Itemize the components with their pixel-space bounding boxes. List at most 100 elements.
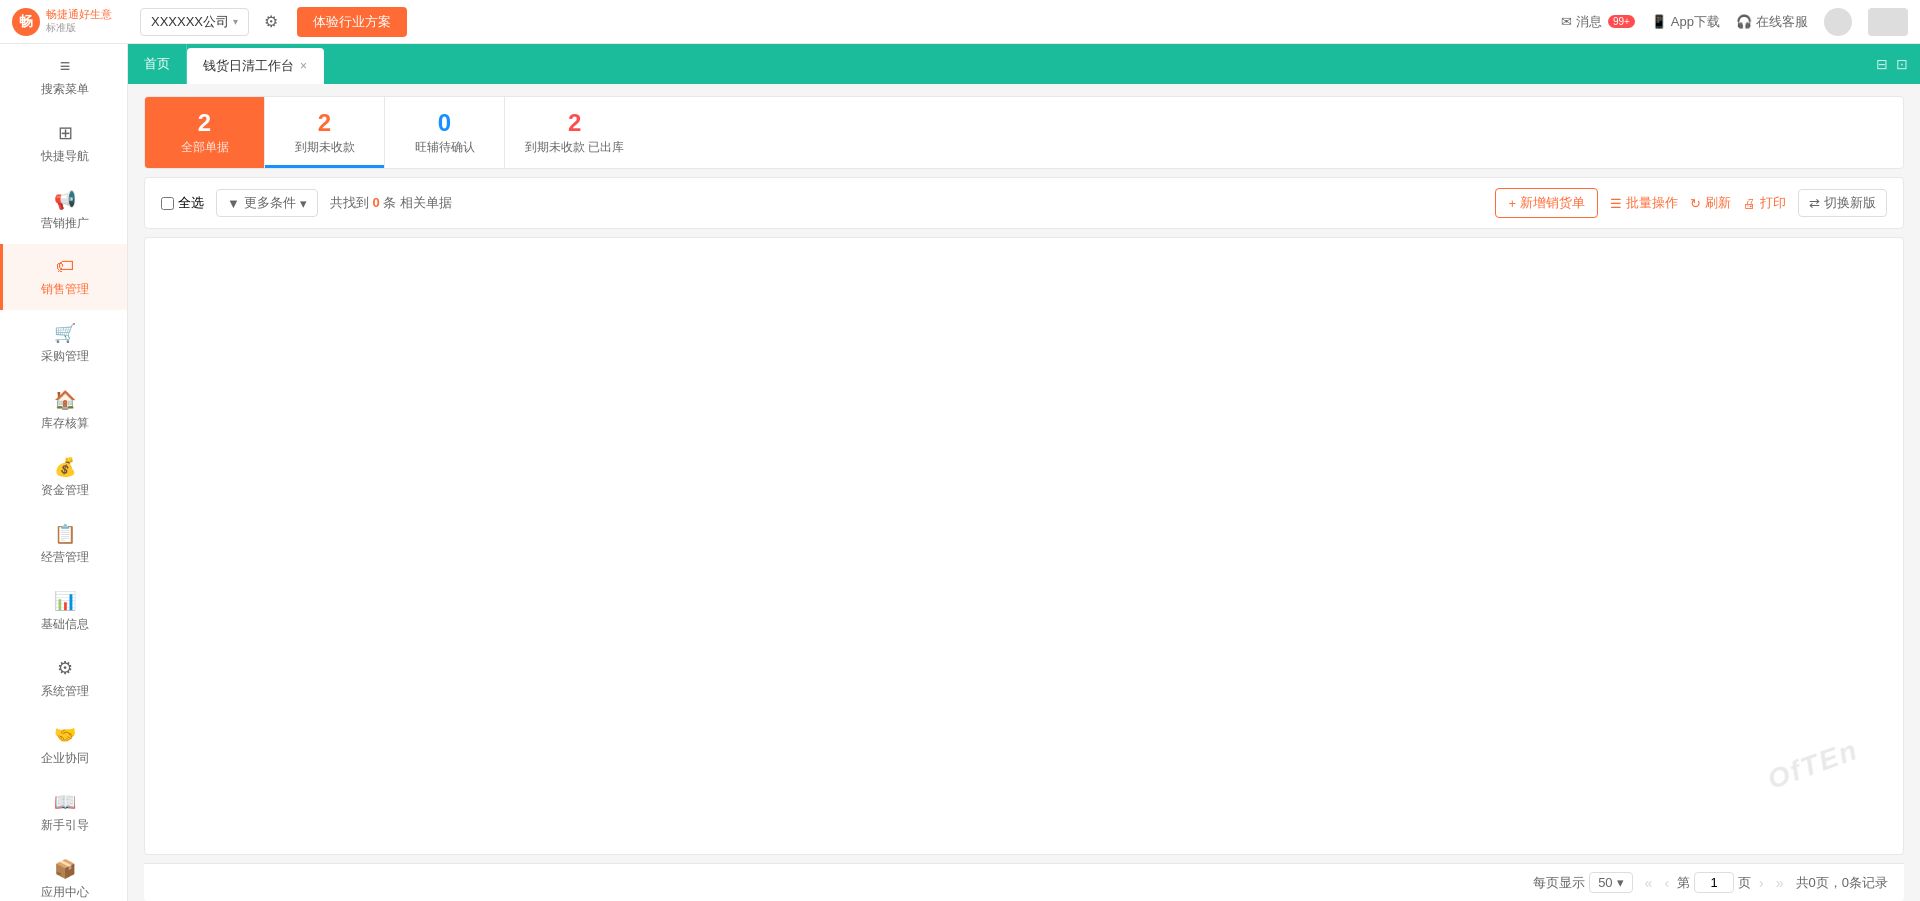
stats-row: 2 全部单据 2 到期未收款 0 旺辅待确认 2 到期未收款 已出库 xyxy=(144,96,1904,169)
app-download-label: App下载 xyxy=(1671,13,1720,31)
stat-label-1: 到期未收款 xyxy=(295,139,355,156)
page-nav: « ‹ 第 页 › » xyxy=(1641,872,1788,893)
sidebar-item-3[interactable]: 🏷 销售管理 xyxy=(0,244,127,310)
next-page-button[interactable]: › xyxy=(1755,873,1768,893)
tab-restore-button[interactable]: ⊡ xyxy=(1896,56,1908,72)
sidebar-item-7[interactable]: 📋 经营管理 xyxy=(0,511,127,578)
sidebar-label-9: 系统管理 xyxy=(41,683,89,700)
sidebar-icon-6: 💰 xyxy=(54,456,76,478)
toolbar-right: + 新增销货单 ☰ 批量操作 ↻ 刷新 🖨 打印 xyxy=(1495,188,1887,218)
online-service-button[interactable]: 🎧 在线客服 xyxy=(1736,13,1808,31)
settings-button[interactable]: ⚙ xyxy=(257,8,285,36)
print-button[interactable]: 🖨 打印 xyxy=(1743,194,1786,212)
sidebar-icon-5: 🏠 xyxy=(54,389,76,411)
message-label: 消息 xyxy=(1576,13,1602,31)
tab-bar: 首页 钱货日清工作台 × ⊟ ⊡ xyxy=(128,44,1920,84)
refresh-button[interactable]: ↻ 刷新 xyxy=(1690,194,1731,212)
switch-version-button[interactable]: ⇄ 切换新版 xyxy=(1798,189,1887,217)
stat-card-3[interactable]: 2 到期未收款 已出库 xyxy=(505,97,644,168)
content-area: 首页 钱货日清工作台 × ⊟ ⊡ 2 全部单据 2 到期未收款 0 旺辅待确认 xyxy=(128,44,1920,901)
sidebar-icon-10: 🤝 xyxy=(54,724,76,746)
filter-button[interactable]: ▼ 更多条件 ▾ xyxy=(216,189,318,217)
select-all-checkbox[interactable]: 全选 xyxy=(161,194,204,212)
online-service-label: 在线客服 xyxy=(1756,13,1808,31)
filter-icon: ▼ xyxy=(227,196,240,211)
sidebar-icon-0: ≡ xyxy=(60,56,71,77)
stat-card-2[interactable]: 0 旺辅待确认 xyxy=(385,97,505,168)
logo-icon: 畅 xyxy=(12,8,40,36)
company-name: XXXXXX公司 xyxy=(151,13,229,31)
settings-icon: ⚙ xyxy=(264,12,278,31)
sidebar-label-10: 企业协同 xyxy=(41,750,89,767)
stat-underline-1 xyxy=(265,165,384,168)
download-icon: 📱 xyxy=(1651,14,1667,29)
sidebar-icon-9: ⚙ xyxy=(57,657,73,679)
message-button[interactable]: ✉ 消息 99+ xyxy=(1561,13,1635,31)
sidebar-item-10[interactable]: 🤝 企业协同 xyxy=(0,712,127,779)
tab-active-label: 钱货日清工作台 xyxy=(203,57,294,75)
sidebar-label-3: 销售管理 xyxy=(41,281,89,298)
sidebar-item-12[interactable]: 📦 应用中心 xyxy=(0,846,127,901)
sidebar-label-11: 新手引导 xyxy=(41,817,89,834)
company-selector[interactable]: XXXXXX公司 ▾ xyxy=(140,8,249,36)
stat-num-2: 0 xyxy=(438,109,451,137)
tab-close-icon[interactable]: × xyxy=(300,59,307,73)
refresh-icon: ↻ xyxy=(1690,196,1701,211)
sidebar-label-2: 营销推广 xyxy=(41,215,89,232)
select-all-input[interactable] xyxy=(161,197,174,210)
tab-minimize-button[interactable]: ⊟ xyxy=(1876,56,1888,72)
toolbar: 全选 ▼ 更多条件 ▾ 共找到 0 条 相关单据 + xyxy=(144,177,1904,229)
sidebar-item-1[interactable]: ⊞ 快捷导航 xyxy=(0,110,127,177)
tab-home-label: 首页 xyxy=(144,55,170,73)
table-area xyxy=(144,237,1904,855)
service-icon: 🎧 xyxy=(1736,14,1752,29)
sidebar-item-0[interactable]: ≡ 搜索菜单 xyxy=(0,44,127,110)
sidebar-icon-7: 📋 xyxy=(54,523,76,545)
page-label: 第 xyxy=(1677,874,1690,892)
sidebar-label-6: 资金管理 xyxy=(41,482,89,499)
stat-label-3: 到期未收款 已出库 xyxy=(525,139,624,156)
message-badge: 99+ xyxy=(1608,15,1635,28)
add-icon: + xyxy=(1508,196,1516,211)
sidebar-label-5: 库存核算 xyxy=(41,415,89,432)
sidebar-icon-3: 🏷 xyxy=(56,256,74,277)
sidebar-icon-8: 📊 xyxy=(54,590,76,612)
sidebar-item-9[interactable]: ⚙ 系统管理 xyxy=(0,645,127,712)
company-arrow-icon: ▾ xyxy=(233,16,238,27)
page-size-box[interactable]: 50 ▾ xyxy=(1589,872,1632,893)
first-page-button[interactable]: « xyxy=(1641,873,1657,893)
page-input[interactable] xyxy=(1694,872,1734,893)
sidebar-item-4[interactable]: 🛒 采购管理 xyxy=(0,310,127,377)
stat-num-3: 2 xyxy=(568,109,581,137)
sidebar-icon-11: 📖 xyxy=(54,791,76,813)
prev-page-button[interactable]: ‹ xyxy=(1660,873,1673,893)
select-all-label: 全选 xyxy=(178,194,204,212)
sidebar-label-8: 基础信息 xyxy=(41,616,89,633)
sidebar-item-6[interactable]: 💰 资金管理 xyxy=(0,444,127,511)
page-suffix: 页 xyxy=(1738,874,1751,892)
sidebar-item-2[interactable]: 📢 营销推广 xyxy=(0,177,127,244)
sidebar-item-11[interactable]: 📖 新手引导 xyxy=(0,779,127,846)
tab-active[interactable]: 钱货日清工作台 × xyxy=(187,48,324,84)
print-icon: 🖨 xyxy=(1743,196,1756,211)
avatar[interactable] xyxy=(1824,8,1852,36)
user-name[interactable] xyxy=(1868,8,1908,36)
try-industry-button[interactable]: 体验行业方案 xyxy=(297,7,407,37)
batch-button[interactable]: ☰ 批量操作 xyxy=(1610,194,1678,212)
app-download-button[interactable]: 📱 App下载 xyxy=(1651,13,1720,31)
sidebar-item-5[interactable]: 🏠 库存核算 xyxy=(0,377,127,444)
stat-card-1[interactable]: 2 到期未收款 xyxy=(265,97,385,168)
toolbar-left: 全选 ▼ 更多条件 ▾ 共找到 0 条 相关单据 xyxy=(161,189,452,217)
logo-sub: 标准版 xyxy=(46,21,112,35)
add-order-button[interactable]: + 新增销货单 xyxy=(1495,188,1598,218)
stat-num-1: 2 xyxy=(318,109,331,137)
found-text: 共找到 0 条 相关单据 xyxy=(330,194,452,212)
stat-card-0[interactable]: 2 全部单据 xyxy=(145,97,265,168)
page-size-arrow-icon: ▾ xyxy=(1617,875,1624,890)
sidebar-label-0: 搜索菜单 xyxy=(41,81,89,98)
page-content: 2 全部单据 2 到期未收款 0 旺辅待确认 2 到期未收款 已出库 全选 ▼ xyxy=(128,84,1920,901)
last-page-button[interactable]: » xyxy=(1772,873,1788,893)
stat-num-0: 2 xyxy=(198,109,211,137)
tab-home[interactable]: 首页 xyxy=(128,44,187,84)
sidebar-item-8[interactable]: 📊 基础信息 xyxy=(0,578,127,645)
